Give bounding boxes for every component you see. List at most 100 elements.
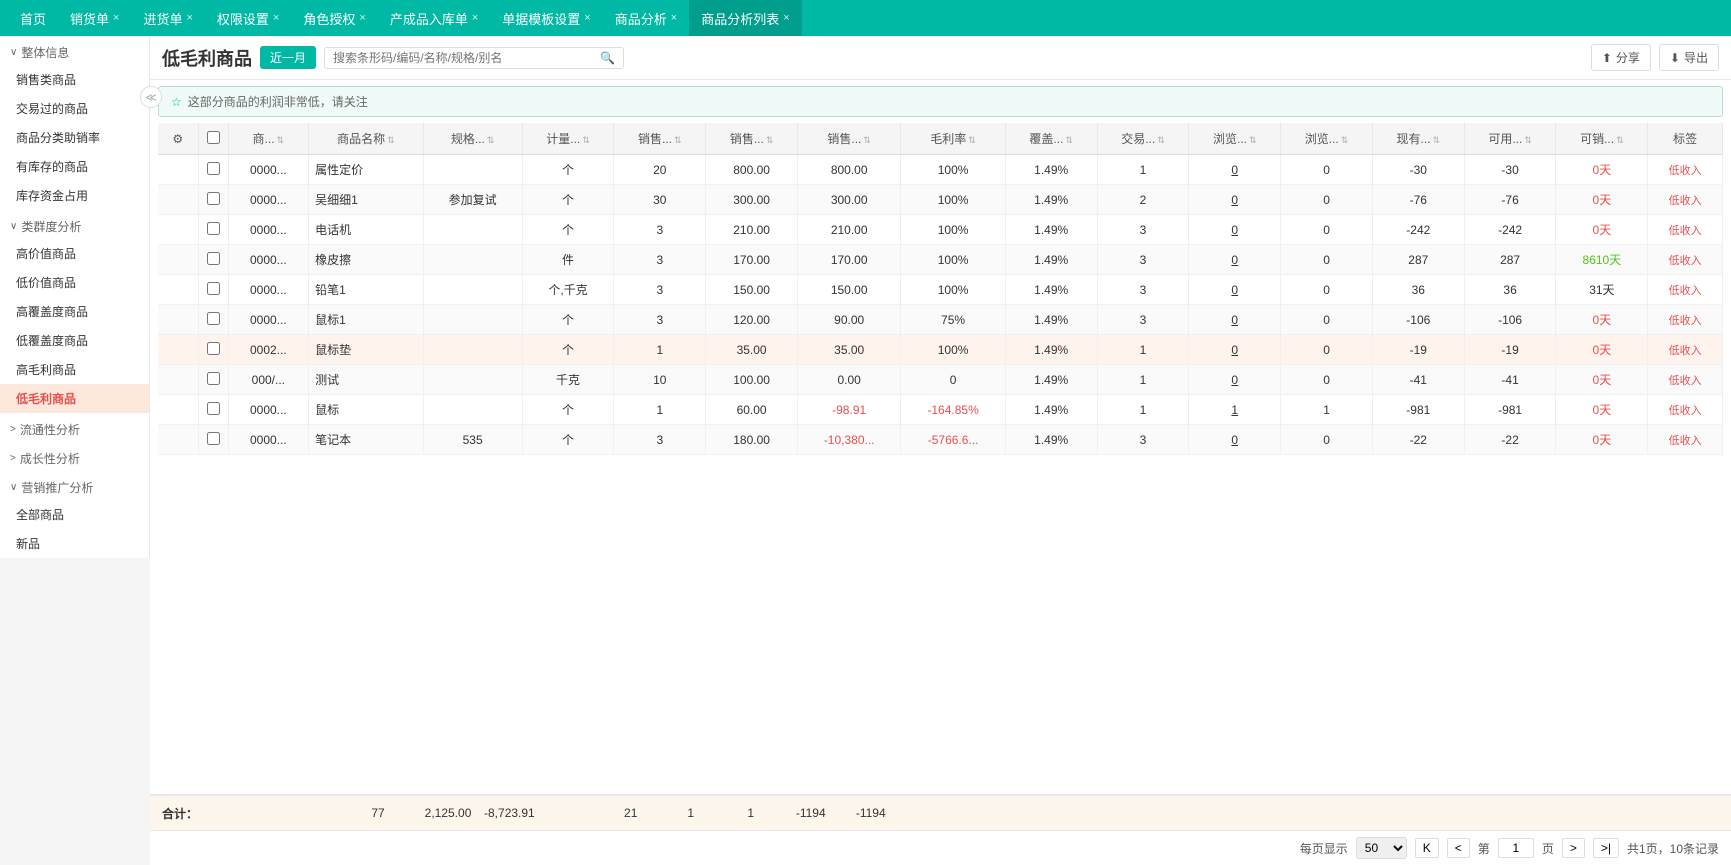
row-checkbox[interactable] bbox=[207, 162, 220, 175]
sort-available-stock-icon[interactable]: ⇅ bbox=[1524, 135, 1532, 145]
browse1-link[interactable]: 0 bbox=[1231, 343, 1238, 357]
cell-name[interactable]: 鼠标 bbox=[309, 395, 424, 425]
cell-checkbox[interactable] bbox=[198, 155, 228, 185]
browse1-link[interactable]: 0 bbox=[1231, 433, 1238, 447]
sidebar-item-high-value[interactable]: 高价值商品 bbox=[0, 239, 149, 268]
row-checkbox[interactable] bbox=[207, 192, 220, 205]
row-checkbox[interactable] bbox=[207, 312, 220, 325]
sidebar-group-overall[interactable]: ∨ 整体信息 bbox=[0, 36, 149, 65]
nav-sales-order[interactable]: 销货单 × bbox=[58, 0, 131, 36]
sidebar-item-in-stock-products[interactable]: 有库存的商品 bbox=[0, 152, 149, 181]
cell-browse1[interactable]: 0 bbox=[1189, 185, 1281, 215]
cell-checkbox[interactable] bbox=[198, 305, 228, 335]
sidebar-group-cluster-analysis[interactable]: ∨ 类群度分析 bbox=[0, 210, 149, 239]
nav-role-auth[interactable]: 角色授权 × bbox=[291, 0, 377, 36]
cell-name[interactable]: 橡皮擦 bbox=[309, 245, 424, 275]
browse1-link[interactable]: 1 bbox=[1231, 403, 1238, 417]
browse1-link[interactable]: 0 bbox=[1231, 193, 1238, 207]
sort-coverage-icon[interactable]: ⇅ bbox=[1065, 135, 1073, 145]
browse1-link[interactable]: 0 bbox=[1231, 313, 1238, 327]
cell-browse1[interactable]: 0 bbox=[1189, 305, 1281, 335]
sort-spec-icon[interactable]: ⇅ bbox=[487, 135, 495, 145]
sort-name-icon[interactable]: ⇅ bbox=[387, 135, 395, 145]
sidebar-item-low-margin[interactable]: 低毛利商品 bbox=[0, 384, 149, 413]
cell-checkbox[interactable] bbox=[198, 215, 228, 245]
close-finished-goods-icon[interactable]: × bbox=[472, 12, 478, 24]
close-purchase-order-icon[interactable]: × bbox=[186, 12, 192, 24]
next-page-button[interactable]: > bbox=[1562, 838, 1585, 858]
row-checkbox[interactable] bbox=[207, 342, 220, 355]
close-sales-order-icon[interactable]: × bbox=[113, 12, 119, 24]
sort-trade-count-icon[interactable]: ⇅ bbox=[1157, 135, 1165, 145]
th-settings[interactable]: ⚙ bbox=[158, 123, 198, 155]
settings-icon[interactable]: ⚙ bbox=[172, 132, 183, 146]
close-permissions-icon[interactable]: × bbox=[273, 12, 279, 24]
browse1-link[interactable]: 0 bbox=[1231, 163, 1238, 177]
nav-product-analysis[interactable]: 商品分析 × bbox=[603, 0, 689, 36]
search-icon[interactable]: 🔍 bbox=[600, 51, 615, 65]
select-all-checkbox[interactable] bbox=[207, 131, 220, 144]
sidebar-item-low-coverage[interactable]: 低覆盖度商品 bbox=[0, 326, 149, 355]
cell-browse1[interactable]: 0 bbox=[1189, 245, 1281, 275]
sort-sales-qty-icon[interactable]: ⇅ bbox=[674, 135, 682, 145]
cell-name[interactable]: 测试 bbox=[309, 365, 424, 395]
sidebar-item-high-margin[interactable]: 高毛利商品 bbox=[0, 355, 149, 384]
sidebar-item-traded-products[interactable]: 交易过的商品 bbox=[0, 94, 149, 123]
sidebar-item-inventory-capital[interactable]: 库存资金占用 bbox=[0, 181, 149, 210]
sort-browse1-icon[interactable]: ⇅ bbox=[1249, 135, 1257, 145]
nav-product-analysis-list[interactable]: 商品分析列表 × bbox=[689, 0, 801, 36]
sort-current-stock-icon[interactable]: ⇅ bbox=[1433, 135, 1441, 145]
browse1-link[interactable]: 0 bbox=[1231, 253, 1238, 267]
sort-gross-margin-icon[interactable]: ⇅ bbox=[968, 135, 976, 145]
cell-browse1[interactable]: 0 bbox=[1189, 275, 1281, 305]
first-page-button[interactable]: K bbox=[1415, 838, 1439, 858]
cell-name[interactable]: 铅笔1 bbox=[309, 275, 424, 305]
cell-checkbox[interactable] bbox=[198, 425, 228, 455]
page-number-input[interactable] bbox=[1498, 838, 1534, 858]
cell-name[interactable]: 属性定价 bbox=[309, 155, 424, 185]
browse1-link[interactable]: 0 bbox=[1231, 223, 1238, 237]
cell-browse1[interactable]: 0 bbox=[1189, 425, 1281, 455]
cell-name[interactable]: 笔记本 bbox=[309, 425, 424, 455]
cell-checkbox[interactable] bbox=[198, 365, 228, 395]
close-product-analysis-icon[interactable]: × bbox=[671, 12, 677, 24]
sort-browse2-icon[interactable]: ⇅ bbox=[1341, 135, 1349, 145]
share-button[interactable]: ⬆ 分享 bbox=[1591, 44, 1651, 71]
prev-page-button[interactable]: < bbox=[1447, 838, 1470, 858]
sort-sales-price-icon[interactable]: ⇅ bbox=[766, 135, 774, 145]
date-filter-button[interactable]: 近一月 bbox=[260, 46, 316, 69]
cell-name[interactable]: 鼠标1 bbox=[309, 305, 424, 335]
sidebar-item-sales-products[interactable]: 销售类商品 bbox=[0, 65, 149, 94]
cell-name[interactable]: 吴细细1 bbox=[309, 185, 424, 215]
sidebar-item-all-products[interactable]: 全部商品 bbox=[0, 500, 149, 529]
cell-checkbox[interactable] bbox=[198, 245, 228, 275]
search-input[interactable] bbox=[333, 51, 600, 65]
close-product-analysis-list-icon[interactable]: × bbox=[783, 12, 789, 24]
th-checkbox[interactable] bbox=[198, 123, 228, 155]
browse1-link[interactable]: 0 bbox=[1231, 373, 1238, 387]
cell-browse1[interactable]: 0 bbox=[1189, 215, 1281, 245]
export-button[interactable]: ⬇ 导出 bbox=[1659, 44, 1719, 71]
sidebar-group-marketing[interactable]: ∨ 营销推广分析 bbox=[0, 471, 149, 500]
last-page-button[interactable]: >| bbox=[1593, 838, 1619, 858]
sidebar-group-growth[interactable]: > 成长性分析 bbox=[0, 442, 149, 471]
close-role-auth-icon[interactable]: × bbox=[359, 12, 365, 24]
row-checkbox[interactable] bbox=[207, 432, 220, 445]
row-checkbox[interactable] bbox=[207, 222, 220, 235]
cell-name[interactable]: 鼠标垫 bbox=[309, 335, 424, 365]
nav-purchase-order[interactable]: 进货单 × bbox=[131, 0, 204, 36]
close-template-settings-icon[interactable]: × bbox=[584, 12, 590, 24]
browse1-link[interactable]: 0 bbox=[1231, 283, 1238, 297]
nav-template-settings[interactable]: 单据模板设置 × bbox=[490, 0, 602, 36]
cell-browse1[interactable]: 0 bbox=[1189, 365, 1281, 395]
sidebar-item-low-value[interactable]: 低价值商品 bbox=[0, 268, 149, 297]
page-size-select[interactable]: 50 100 200 bbox=[1356, 837, 1407, 859]
sidebar-item-high-coverage[interactable]: 高覆盖度商品 bbox=[0, 297, 149, 326]
nav-finished-goods[interactable]: 产成品入库单 × bbox=[378, 0, 490, 36]
sort-code-icon[interactable]: ⇅ bbox=[277, 135, 285, 145]
nav-home[interactable]: 首页 bbox=[8, 0, 58, 36]
sidebar-group-liquidity[interactable]: > 流通性分析 bbox=[0, 413, 149, 442]
sort-unit-icon[interactable]: ⇅ bbox=[582, 135, 590, 145]
row-checkbox[interactable] bbox=[207, 252, 220, 265]
row-checkbox[interactable] bbox=[207, 402, 220, 415]
